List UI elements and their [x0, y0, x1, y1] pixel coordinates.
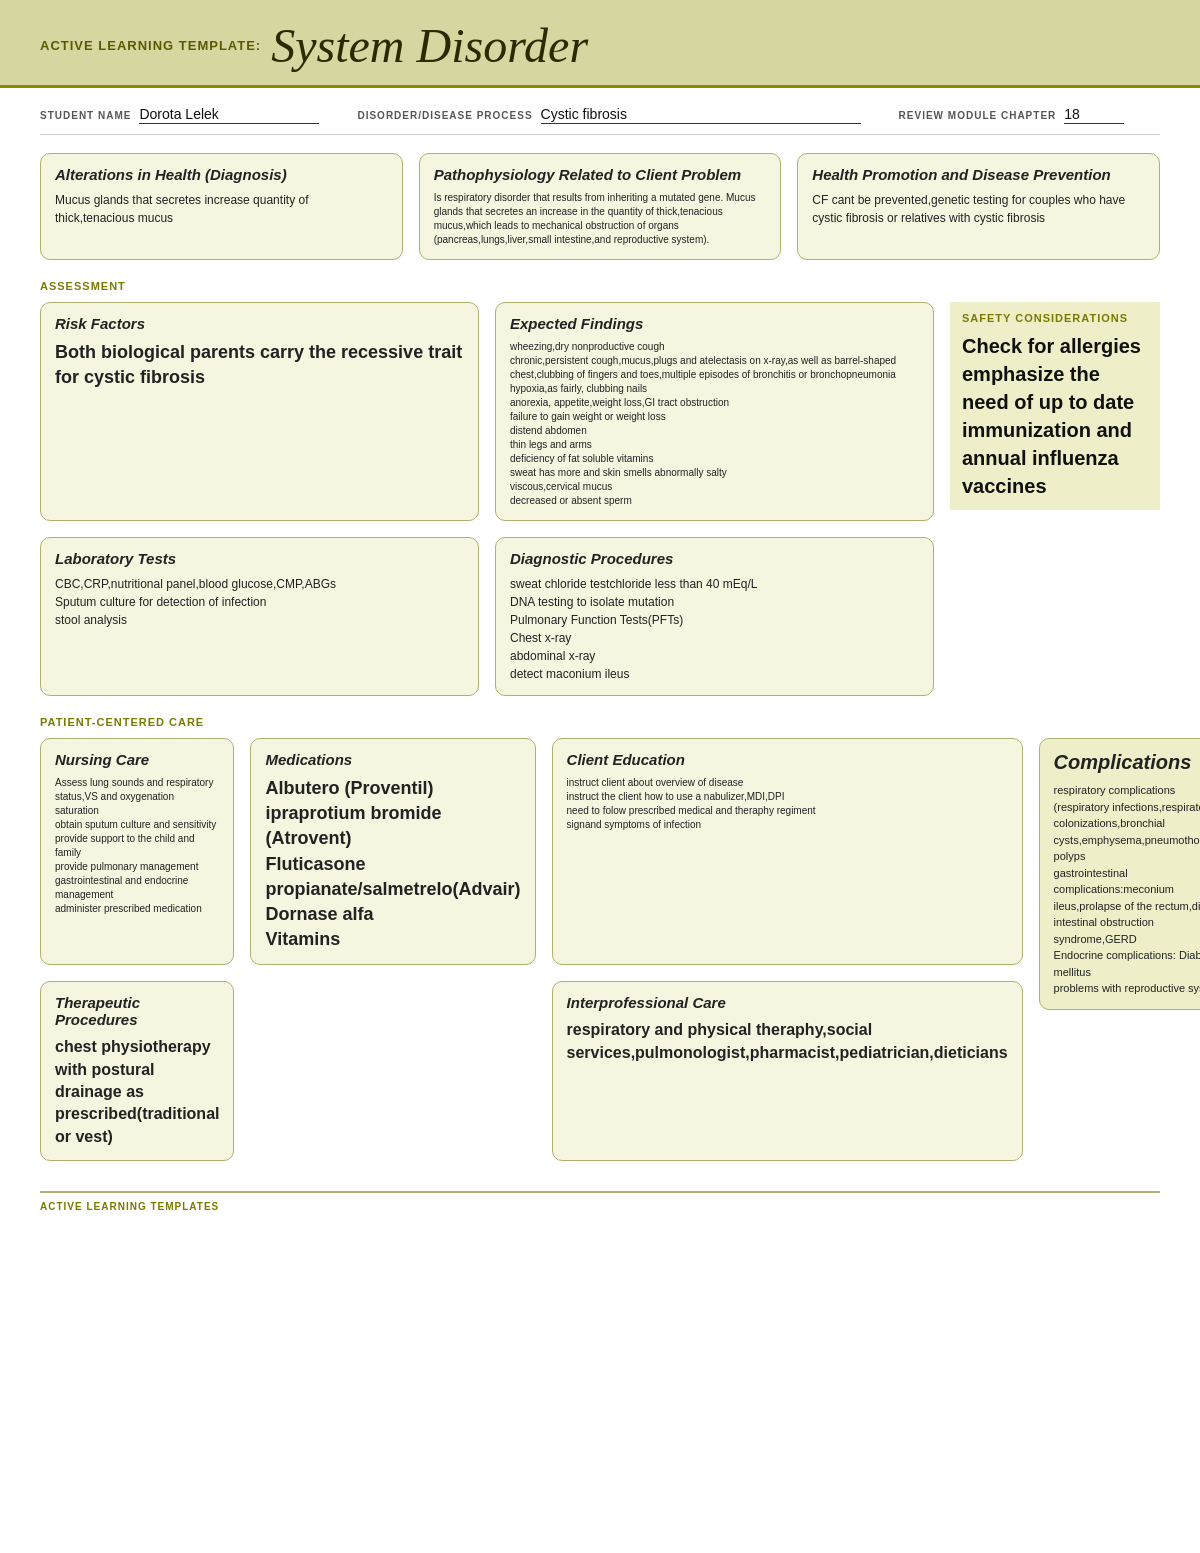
assessment-section: Risk Factors Both biological parents car… [40, 302, 1160, 696]
complications-card: Complications respiratory complications … [1039, 738, 1200, 1010]
header-title: System Disorder [271, 18, 588, 73]
card-therapeutic: Therapeutic Procedures chest physiothera… [40, 981, 234, 1161]
card-therapeutic-body: chest physiotherapy with postural draina… [55, 1036, 219, 1148]
card-interprofessional-body: respiratory and physical theraphy,social… [567, 1019, 1008, 1064]
card-interprofessional-title: Interprofessional Care [567, 994, 1008, 1011]
assessment-row-1: Risk Factors Both biological parents car… [40, 302, 934, 521]
card-risk-factors: Risk Factors Both biological parents car… [40, 302, 479, 521]
card-medications-body: Albutero (Proventil) ipraprotium bromide… [265, 776, 520, 952]
header: Active Learning Template: System Disorde… [0, 0, 1200, 88]
card-client-education: Client Education instruct client about o… [552, 738, 1023, 965]
card-nursing-care: Nursing Care Assess lung sounds and resp… [40, 738, 234, 965]
card-risk-factors-title: Risk Factors [55, 315, 464, 332]
top-grid: Alterations in Health (Diagnosis) Mucus … [40, 153, 1160, 260]
assessment-main: Risk Factors Both biological parents car… [40, 302, 934, 696]
disorder-value: Cystic fibrosis [541, 106, 861, 124]
card-alterations-title: Alterations in Health (Diagnosis) [55, 166, 388, 183]
card-health-promotion-title: Health Promotion and Disease Prevention [812, 166, 1145, 183]
footer-label: Active Learning Templates [40, 1201, 219, 1212]
complications-title: Complications [1054, 751, 1200, 774]
complications-body: respiratory complications (respiratory i… [1054, 782, 1200, 997]
card-expected-findings-title: Expected Findings [510, 315, 919, 332]
complications-panel: Complications respiratory complications … [1039, 738, 1200, 1161]
card-expected-findings-body: wheezing,dry nonproductive cough chronic… [510, 340, 919, 508]
card-laboratory-title: Laboratory Tests [55, 550, 464, 567]
assessment-row-2: Laboratory Tests CBC,CRP,nutritional pan… [40, 537, 934, 696]
card-alterations: Alterations in Health (Diagnosis) Mucus … [40, 153, 403, 260]
card-medications-title: Medications [265, 751, 520, 768]
review-label: Review Module Chapter [899, 110, 1057, 121]
card-client-education-body: instruct client about overview of diseas… [567, 776, 1008, 832]
card-interprofessional: Interprofessional Care respiratory and p… [552, 981, 1023, 1161]
card-medications: Medications Albutero (Proventil) iprapro… [250, 738, 535, 965]
pcc-main: Nursing Care Assess lung sounds and resp… [40, 738, 1023, 1161]
card-alterations-body: Mucus glands that secretes increase quan… [55, 191, 388, 227]
assessment-label: Assessment [40, 280, 1160, 292]
card-laboratory: Laboratory Tests CBC,CRP,nutritional pan… [40, 537, 479, 696]
student-info: Student Name Dorota Lelek Disorder/Disea… [40, 88, 1160, 135]
card-nursing-care-body: Assess lung sounds and respiratory statu… [55, 776, 219, 916]
card-client-education-title: Client Education [567, 751, 1008, 768]
card-pathophysiology-body: Is respiratory disorder that results fro… [434, 191, 767, 247]
disorder-label: Disorder/Disease Process [357, 110, 532, 121]
safety-title: Safety Considerations [962, 312, 1148, 324]
card-diagnostic-title: Diagnostic Procedures [510, 550, 919, 567]
card-laboratory-body: CBC,CRP,nutritional panel,blood glucose,… [55, 575, 464, 629]
safety-panel: Safety Considerations Check for allergie… [950, 302, 1160, 696]
card-expected-findings: Expected Findings wheezing,dry nonproduc… [495, 302, 934, 521]
card-pathophysiology-title: Pathophysiology Related to Client Proble… [434, 166, 767, 183]
card-nursing-care-title: Nursing Care [55, 751, 219, 768]
review-value: 18 [1064, 106, 1124, 124]
card-health-promotion: Health Promotion and Disease Prevention … [797, 153, 1160, 260]
safety-card: Safety Considerations Check for allergie… [950, 302, 1160, 510]
card-diagnostic-body: sweat chloride testchloride less than 40… [510, 575, 919, 683]
card-risk-factors-body: Both biological parents carry the recess… [55, 340, 464, 390]
card-therapeutic-title: Therapeutic Procedures [55, 994, 219, 1028]
footer: Active Learning Templates [40, 1191, 1160, 1212]
card-diagnostic: Diagnostic Procedures sweat chloride tes… [495, 537, 934, 696]
card-pathophysiology: Pathophysiology Related to Client Proble… [419, 153, 782, 260]
page: Active Learning Template: System Disorde… [0, 0, 1200, 1553]
student-name-value: Dorota Lelek [139, 106, 319, 124]
safety-body: Check for allergies emphasize the need o… [962, 332, 1148, 500]
student-name-label: Student Name [40, 110, 131, 121]
pcc-label: Patient-Centered Care [40, 716, 1160, 728]
card-health-promotion-body: CF cant be prevented,genetic testing for… [812, 191, 1145, 227]
header-label: Active Learning Template: [40, 38, 261, 53]
pcc-section: Nursing Care Assess lung sounds and resp… [40, 738, 1160, 1161]
